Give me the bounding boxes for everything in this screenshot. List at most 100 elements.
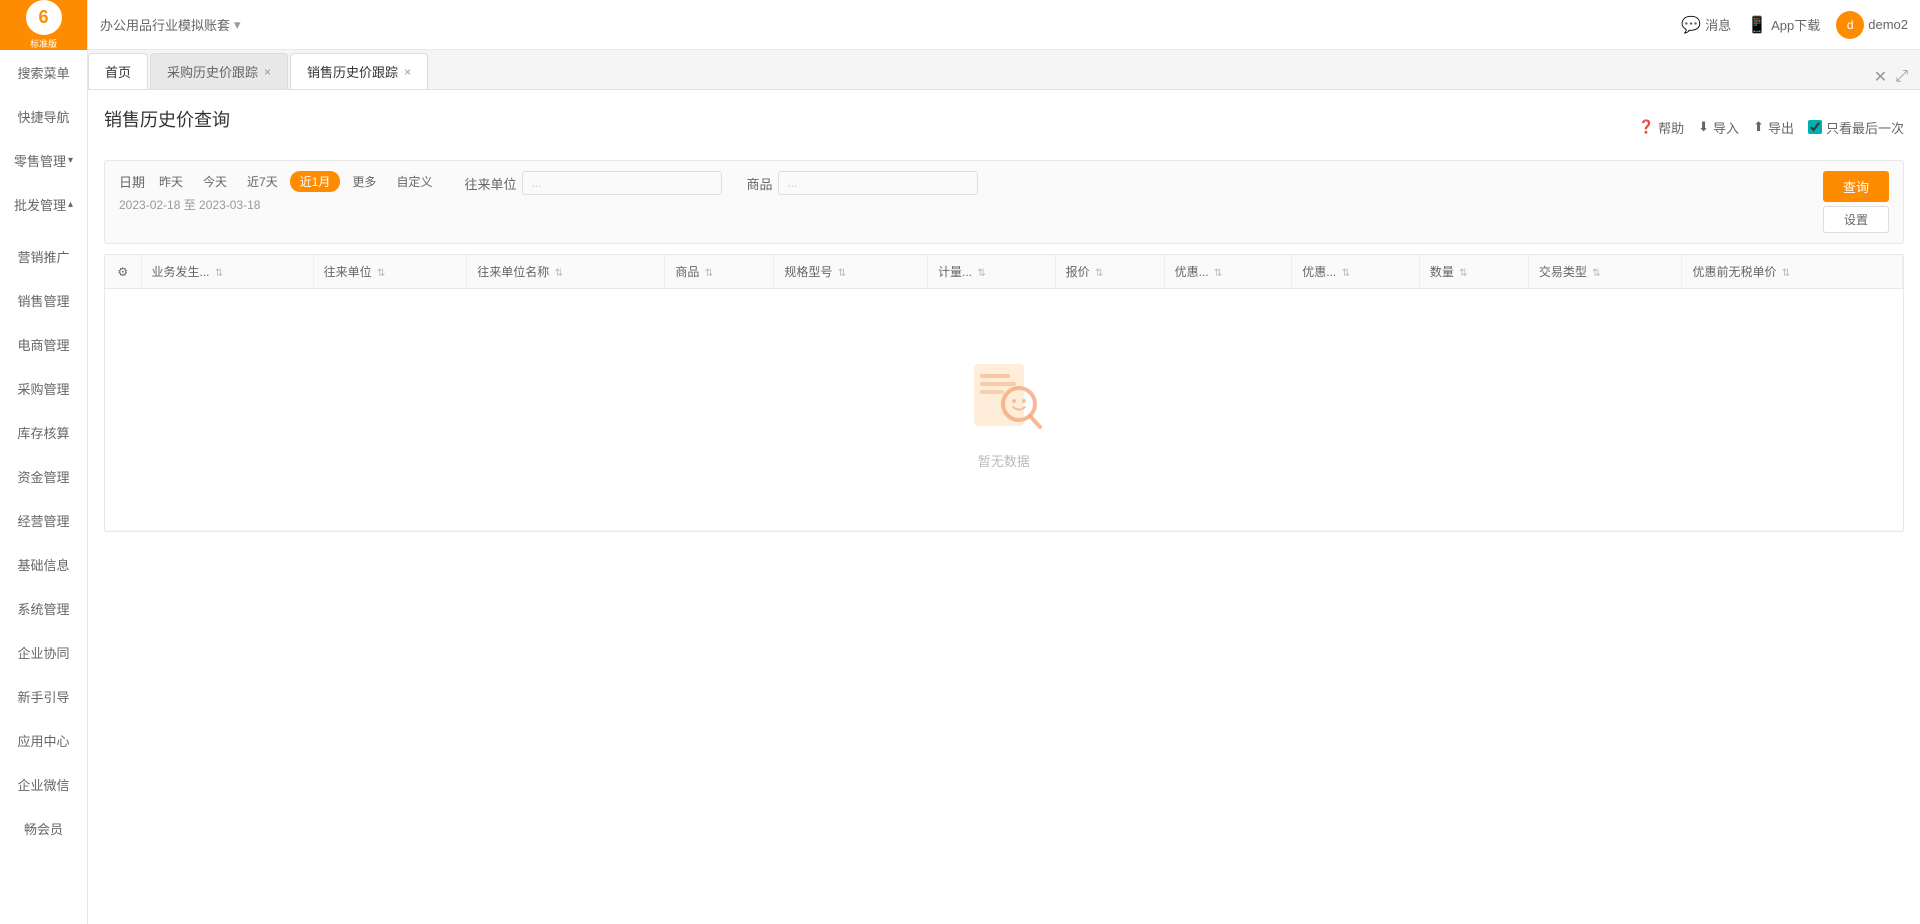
date-more[interactable]: 更多 [344,171,384,192]
chevron-up-icon: ▴ [68,199,73,210]
tab-home[interactable]: 首页 [88,53,148,89]
tab-close-all-icon[interactable]: ✕ [1874,67,1887,87]
th-unit[interactable]: 计量... ⇅ [928,255,1056,289]
sidebar-item-retail[interactable]: 零售管理 ▾ [0,138,87,182]
avatar: d [1836,11,1864,39]
gear-icon: ⚙ [117,265,128,279]
table-header-row: ⚙ 业务发生... ⇅ 往来单位 ⇅ 往来单位名称 ⇅ [105,255,1903,289]
export-icon: ⬆ [1753,119,1764,135]
sidebar-item-wholesale[interactable]: 批发管理 ▴ [0,182,87,226]
empty-icon [954,349,1054,439]
user-profile[interactable]: d demo2 [1836,11,1908,39]
main-area: 办公用品行业模拟账套 ▾ 💬 消息 📱 App下载 d demo2 首页 采购历… [88,0,1920,924]
sort-icon: ⇅ [1214,268,1222,279]
chevron-down-icon: ▾ [68,155,73,166]
sidebar-item-shortcut[interactable]: 快捷导航 [0,94,87,138]
only-last-checkbox[interactable]: 只看最后一次 [1808,118,1904,137]
empty-illustration [954,349,1054,439]
sidebar-item-purchase[interactable]: 采购管理 [0,366,87,410]
customer-input[interactable]: ... [522,171,722,195]
th-discount1[interactable]: 优惠... ⇅ [1164,255,1292,289]
tab-expand-icon[interactable]: ⤢ [1895,68,1908,86]
import-icon: ⬇ [1698,119,1709,135]
page-content: 销售历史价查询 ❓ 帮助 ⬇ 导入 ⬆ 导出 只看最后一次 [88,90,1920,924]
sidebar-item-basic[interactable]: 基础信息 [0,542,87,586]
query-button[interactable]: 查询 [1823,171,1889,202]
sidebar-item-search[interactable]: 搜索菜单 [0,50,87,94]
th-qty[interactable]: 数量 ⇅ [1419,255,1528,289]
sort-icon: ⇅ [1095,268,1103,279]
data-table-wrap: ⚙ 业务发生... ⇅ 往来单位 ⇅ 往来单位名称 ⇅ [104,254,1904,532]
sort-icon: ⇅ [1342,268,1350,279]
sidebar-item-guide[interactable]: 新手引导 [0,674,87,718]
sidebar-item-wechat[interactable]: 企业微信 [0,762,87,806]
tab-close-sales[interactable]: × [404,65,411,79]
empty-row: 暂无数据 [105,289,1903,531]
th-trade-type[interactable]: 交易类型 ⇅ [1528,255,1682,289]
sort-icon: ⇅ [705,268,713,279]
th-goods[interactable]: 商品 ⇅ [665,255,774,289]
help-icon: ❓ [1638,119,1654,135]
th-quote[interactable]: 报价 ⇅ [1055,255,1164,289]
sort-icon: ⇅ [377,268,385,279]
date-custom[interactable]: 自定义 [388,171,440,192]
customer-filter-label: 往来单位 [464,174,516,193]
sidebar-item-system[interactable]: 系统管理 [0,586,87,630]
app-download-button[interactable]: 📱 App下载 [1747,15,1820,35]
tab-close-purchase[interactable]: × [264,65,271,79]
title-dropdown-icon[interactable]: ▾ [234,17,241,33]
goods-input[interactable]: ... [778,171,978,195]
sort-icon: ⇅ [1459,268,1467,279]
th-biz-date[interactable]: 业务发生... ⇅ [141,255,313,289]
date-range-display: 2023-02-18 至 2023-03-18 [119,196,440,213]
sidebar-divider [0,226,87,234]
tab-bar: 首页 采购历史价跟踪 × 销售历史价跟踪 × ✕ ⤢ [88,50,1920,90]
table-body: 暂无数据 [105,289,1903,531]
sidebar-item-operations[interactable]: 经营管理 [0,498,87,542]
tab-sales[interactable]: 销售历史价跟踪 × [290,53,428,89]
sort-icon: ⇅ [1592,268,1600,279]
sidebar: 6 标准版 搜索菜单 快捷导航 零售管理 ▾ 批发管理 ▴ 营销推广 销售管理 … [0,0,88,924]
sidebar-item-apps[interactable]: 应用中心 [0,718,87,762]
sidebar-item-ecom[interactable]: 电商管理 [0,322,87,366]
date-filter-label: 日期 [119,172,145,191]
th-gear[interactable]: ⚙ [105,255,141,289]
export-button[interactable]: ⬆ 导出 [1753,116,1794,139]
th-partner-code[interactable]: 往来单位 ⇅ [313,255,467,289]
sidebar-item-enterprise[interactable]: 企业协同 [0,630,87,674]
date-1month[interactable]: 近1月 [290,171,341,192]
page-title: 销售历史价查询 [104,106,230,132]
empty-state: 暂无数据 [105,289,1903,530]
date-options: 昨天 今天 近7天 近1月 更多 自定义 [151,171,440,192]
goods-filter-label: 商品 [746,174,772,193]
settings-button[interactable]: 设置 [1823,206,1889,233]
data-table: ⚙ 业务发生... ⇅ 往来单位 ⇅ 往来单位名称 ⇅ [105,255,1903,531]
th-pretax-price[interactable]: 优惠前无税单价 ⇅ [1682,255,1903,289]
date-today[interactable]: 今天 [195,171,235,192]
tab-purchase[interactable]: 采购历史价跟踪 × [150,53,288,89]
sidebar-item-inventory[interactable]: 库存核算 [0,410,87,454]
date-7days[interactable]: 近7天 [239,171,286,192]
help-button[interactable]: ❓ 帮助 [1638,116,1684,139]
th-partner-name[interactable]: 往来单位名称 ⇅ [467,255,665,289]
sidebar-item-member[interactable]: 畅会员 [0,806,87,850]
sidebar-item-sales[interactable]: 销售管理 [0,278,87,322]
sidebar-logo: 6 标准版 [0,0,87,50]
sort-icon: ⇅ [838,268,846,279]
tab-actions: ✕ ⤢ [1874,67,1920,89]
app-title: 办公用品行业模拟账套 ▾ [100,15,1665,34]
logo-icon: 6 [26,0,62,35]
only-last-input[interactable] [1808,120,1822,134]
logo-text: 标准版 [30,37,57,50]
message-icon: 💬 [1681,15,1701,35]
message-button[interactable]: 💬 消息 [1681,15,1731,35]
topbar: 办公用品行业模拟账套 ▾ 💬 消息 📱 App下载 d demo2 [88,0,1920,50]
th-discount2[interactable]: 优惠... ⇅ [1292,255,1420,289]
date-yesterday[interactable]: 昨天 [151,171,191,192]
sidebar-item-finance[interactable]: 资金管理 [0,454,87,498]
sort-icon: ⇅ [215,268,223,279]
empty-text: 暂无数据 [978,451,1030,470]
th-spec[interactable]: 规格型号 ⇅ [774,255,928,289]
sidebar-item-marketing[interactable]: 营销推广 [0,234,87,278]
import-button[interactable]: ⬇ 导入 [1698,116,1739,139]
